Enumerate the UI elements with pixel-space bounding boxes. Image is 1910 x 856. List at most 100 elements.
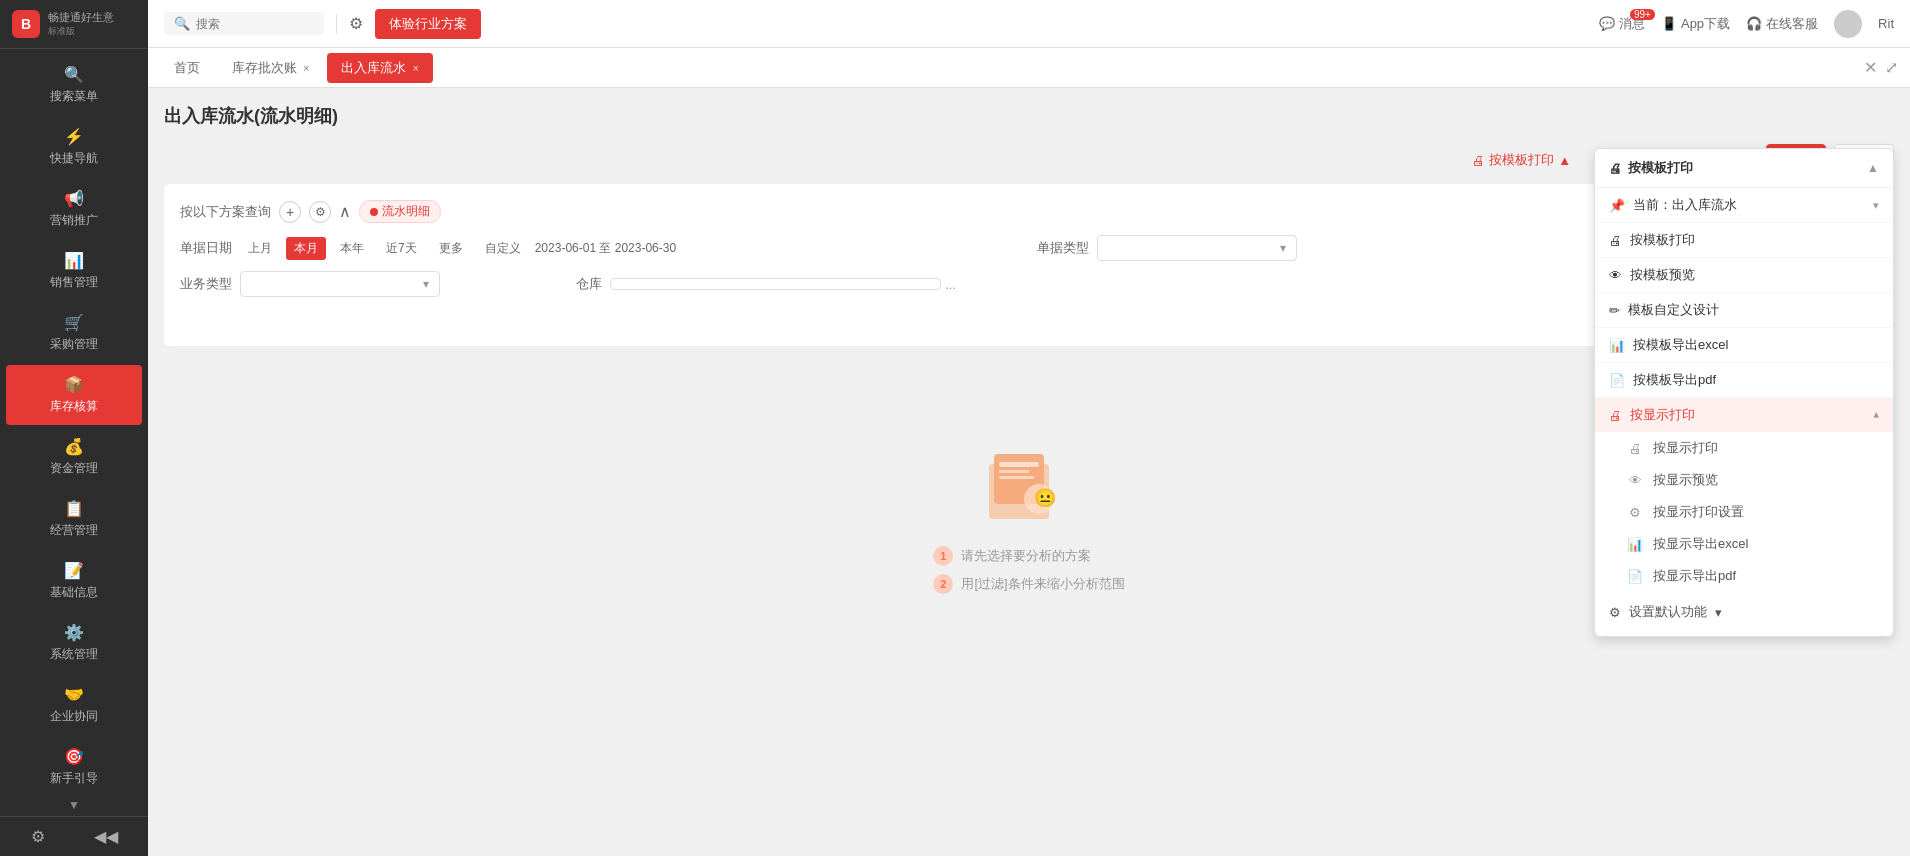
business-type-select[interactable]: ▾ bbox=[240, 271, 440, 297]
sidebar-item-system[interactable]: ⚙️ 系统管理 bbox=[6, 613, 142, 673]
tab-close-flow-icon[interactable]: × bbox=[412, 62, 418, 74]
template-export-pdf-section: 📄 按模板导出pdf bbox=[1595, 363, 1893, 398]
settings-icon[interactable]: ⚙ bbox=[31, 827, 45, 846]
display-print-item[interactable]: 🖨 按显示打印 bbox=[1595, 432, 1893, 464]
sidebar-logo: B 畅捷通好生意 标准版 bbox=[0, 0, 148, 49]
display-export-pdf-item[interactable]: 📄 按显示导出pdf bbox=[1595, 560, 1893, 588]
step-1-text: 请先选择要分析的方案 bbox=[961, 547, 1091, 565]
template-excel-icon: 📊 bbox=[1609, 338, 1625, 353]
tab-label-flow: 出入库流水 bbox=[341, 59, 406, 77]
last7-btn[interactable]: 近7天 bbox=[378, 237, 425, 260]
sidebar-item-marketing[interactable]: 📢 营销推广 bbox=[6, 179, 142, 239]
gear-icon[interactable]: ⚙ bbox=[349, 14, 363, 33]
search-input[interactable] bbox=[196, 17, 296, 31]
sidebar-item-finance[interactable]: 💰 资金管理 bbox=[6, 427, 142, 487]
template-custom-title: ✏ 模板自定义设计 bbox=[1609, 301, 1719, 319]
tab-home[interactable]: 首页 bbox=[160, 53, 214, 83]
window-maximize-icon[interactable]: ⤢ bbox=[1885, 58, 1898, 77]
business-type-field: 业务类型 ▾ bbox=[180, 271, 560, 297]
topbar-right: 💬 消息 99+ 📱 App下载 🎧 在线客服 Rit bbox=[1599, 10, 1894, 38]
display-export-excel-item[interactable]: 📊 按显示导出excel bbox=[1595, 528, 1893, 560]
main-area: 🔍 ⚙ 体验行业方案 💬 消息 99+ 📱 App下载 🎧 在线 bbox=[148, 0, 1910, 856]
sidebar-item-purchase[interactable]: 🛒 采购管理 bbox=[6, 303, 142, 363]
tab-label-home: 首页 bbox=[174, 59, 200, 77]
collapse-sidebar-icon[interactable]: ◀◀ bbox=[94, 827, 118, 846]
current-month-btn[interactable]: 本月 bbox=[286, 237, 326, 260]
template-pdf-label: 按模板导出pdf bbox=[1633, 371, 1716, 389]
print-icon: 🖨 bbox=[1472, 153, 1485, 168]
page-title: 出入库流水(流水明细) bbox=[164, 104, 1894, 128]
topbar-search-box[interactable]: 🔍 bbox=[164, 12, 324, 35]
set-default-btn[interactable]: ⚙ 设置默认功能 ▾ bbox=[1609, 596, 1879, 628]
print-template-btn[interactable]: 🖨 按模板打印 ▲ bbox=[1462, 146, 1581, 174]
sidebar-item-inventory[interactable]: 📦 库存核算 bbox=[6, 365, 142, 425]
template-export-excel-header[interactable]: 📊 按模板导出excel bbox=[1595, 328, 1893, 362]
template-export-pdf-header[interactable]: 📄 按模板导出pdf bbox=[1595, 363, 1893, 397]
step-1-num: 1 bbox=[933, 546, 953, 566]
app-download-link[interactable]: 📱 App下载 bbox=[1661, 15, 1730, 33]
sidebar-item-label-inventory: 库存核算 bbox=[50, 398, 98, 415]
tab-batch[interactable]: 库存批次账 × bbox=[218, 53, 323, 83]
sidebar-item-sales[interactable]: 📊 销售管理 bbox=[6, 241, 142, 301]
filter-tag-dot bbox=[370, 208, 378, 216]
print-dropdown-panel: 🖨 按模板打印 ▲ 📌 当前：出入库流水 ▾ bbox=[1594, 148, 1894, 637]
online-service-link[interactable]: 🎧 在线客服 bbox=[1746, 15, 1818, 33]
sidebar-item-label-search: 搜索菜单 bbox=[50, 88, 98, 105]
trial-btn[interactable]: 体验行业方案 bbox=[375, 9, 481, 39]
display-print-sub-icon: 🖨 bbox=[1627, 441, 1643, 456]
sidebar-item-label-basic: 基础信息 bbox=[50, 584, 98, 601]
window-close-icon[interactable]: ✕ bbox=[1864, 58, 1877, 77]
inventory-icon: 📦 bbox=[64, 375, 84, 394]
avatar[interactable] bbox=[1834, 10, 1862, 38]
app-logo-icon: B bbox=[12, 10, 40, 38]
business-type-label: 业务类型 bbox=[180, 275, 232, 293]
template-custom-header[interactable]: ✏ 模板自定义设计 bbox=[1595, 293, 1893, 327]
template-preview-section: 👁 按模板预览 bbox=[1595, 258, 1893, 293]
warehouse-label: 仓库 bbox=[576, 275, 602, 293]
warehouse-select[interactable] bbox=[610, 278, 941, 290]
date-filter-field: 单据日期 上月 本月 本年 近7天 更多 自定义 2023-06-01 至 20… bbox=[180, 237, 1021, 260]
more-date-btn[interactable]: 更多 bbox=[431, 237, 471, 260]
message-badge[interactable]: 💬 消息 99+ bbox=[1599, 15, 1645, 33]
sidebar-scroll-down[interactable]: ▼ bbox=[0, 794, 148, 816]
tabs-window-controls: ✕ ⤢ bbox=[1864, 58, 1898, 77]
filter-collapse-btn[interactable]: ∧ bbox=[339, 202, 351, 221]
display-print-header[interactable]: 🖨 按显示打印 ▾ bbox=[1595, 398, 1893, 432]
set-default-label: 设置默认功能 bbox=[1629, 603, 1707, 621]
template-preview-header[interactable]: 👁 按模板预览 bbox=[1595, 258, 1893, 292]
warehouse-more-icon[interactable]: ... bbox=[945, 277, 956, 292]
app-download-label: App下载 bbox=[1681, 15, 1730, 33]
display-print-settings-item[interactable]: ⚙ 按显示打印设置 bbox=[1595, 496, 1893, 528]
sidebar-item-guide[interactable]: 🎯 新手引导 bbox=[6, 737, 142, 794]
online-service-label: 在线客服 bbox=[1766, 15, 1818, 33]
tab-flow[interactable]: 出入库流水 × bbox=[327, 53, 432, 83]
filter-settings-btn[interactable]: ⚙ bbox=[309, 201, 331, 223]
template-print-header[interactable]: 🖨 按模板打印 bbox=[1595, 223, 1893, 257]
display-preview-item[interactable]: 👁 按显示预览 bbox=[1595, 464, 1893, 496]
step-2-num: 2 bbox=[933, 574, 953, 594]
sidebar-item-basic[interactable]: 📝 基础信息 bbox=[6, 551, 142, 611]
filter-add-btn[interactable]: + bbox=[279, 201, 301, 223]
sidebar-item-operations[interactable]: 📋 经营管理 bbox=[6, 489, 142, 549]
sidebar-item-enterprise[interactable]: 🤝 企业协同 bbox=[6, 675, 142, 735]
display-print-label: 按显示打印 bbox=[1630, 406, 1695, 424]
tab-label-batch: 库存批次账 bbox=[232, 59, 297, 77]
template-preview-title: 👁 按模板预览 bbox=[1609, 266, 1695, 284]
print-dropdown-close-icon[interactable]: ▲ bbox=[1867, 161, 1879, 175]
display-excel-sub-label: 按显示导出excel bbox=[1653, 535, 1748, 553]
custom-date-btn[interactable]: 自定义 bbox=[477, 237, 529, 260]
display-preview-sub-icon: 👁 bbox=[1627, 473, 1643, 488]
sidebar-item-search[interactable]: 🔍 搜索菜单 bbox=[6, 55, 142, 115]
current-label: 当前：出入库流水 bbox=[1633, 196, 1737, 214]
current-year-btn[interactable]: 本年 bbox=[332, 237, 372, 260]
filter-tag-liushui[interactable]: 流水明细 bbox=[359, 200, 441, 223]
prev-month-btn[interactable]: 上月 bbox=[240, 237, 280, 260]
sidebar-item-quicknav[interactable]: ⚡ 快捷导航 bbox=[6, 117, 142, 177]
headset-icon: 🎧 bbox=[1746, 16, 1762, 31]
message-count: 99+ bbox=[1630, 9, 1655, 20]
print-dropdown-footer: ⚙ 设置默认功能 ▾ bbox=[1595, 588, 1893, 636]
display-print-section: 🖨 按显示打印 ▾ 🖨 按显示打印 👁 按显示预览 bbox=[1595, 398, 1893, 588]
tab-close-batch-icon[interactable]: × bbox=[303, 62, 309, 74]
print-current-header[interactable]: 📌 当前：出入库流水 ▾ bbox=[1595, 188, 1893, 222]
doctype-select[interactable]: ▾ bbox=[1097, 235, 1297, 261]
